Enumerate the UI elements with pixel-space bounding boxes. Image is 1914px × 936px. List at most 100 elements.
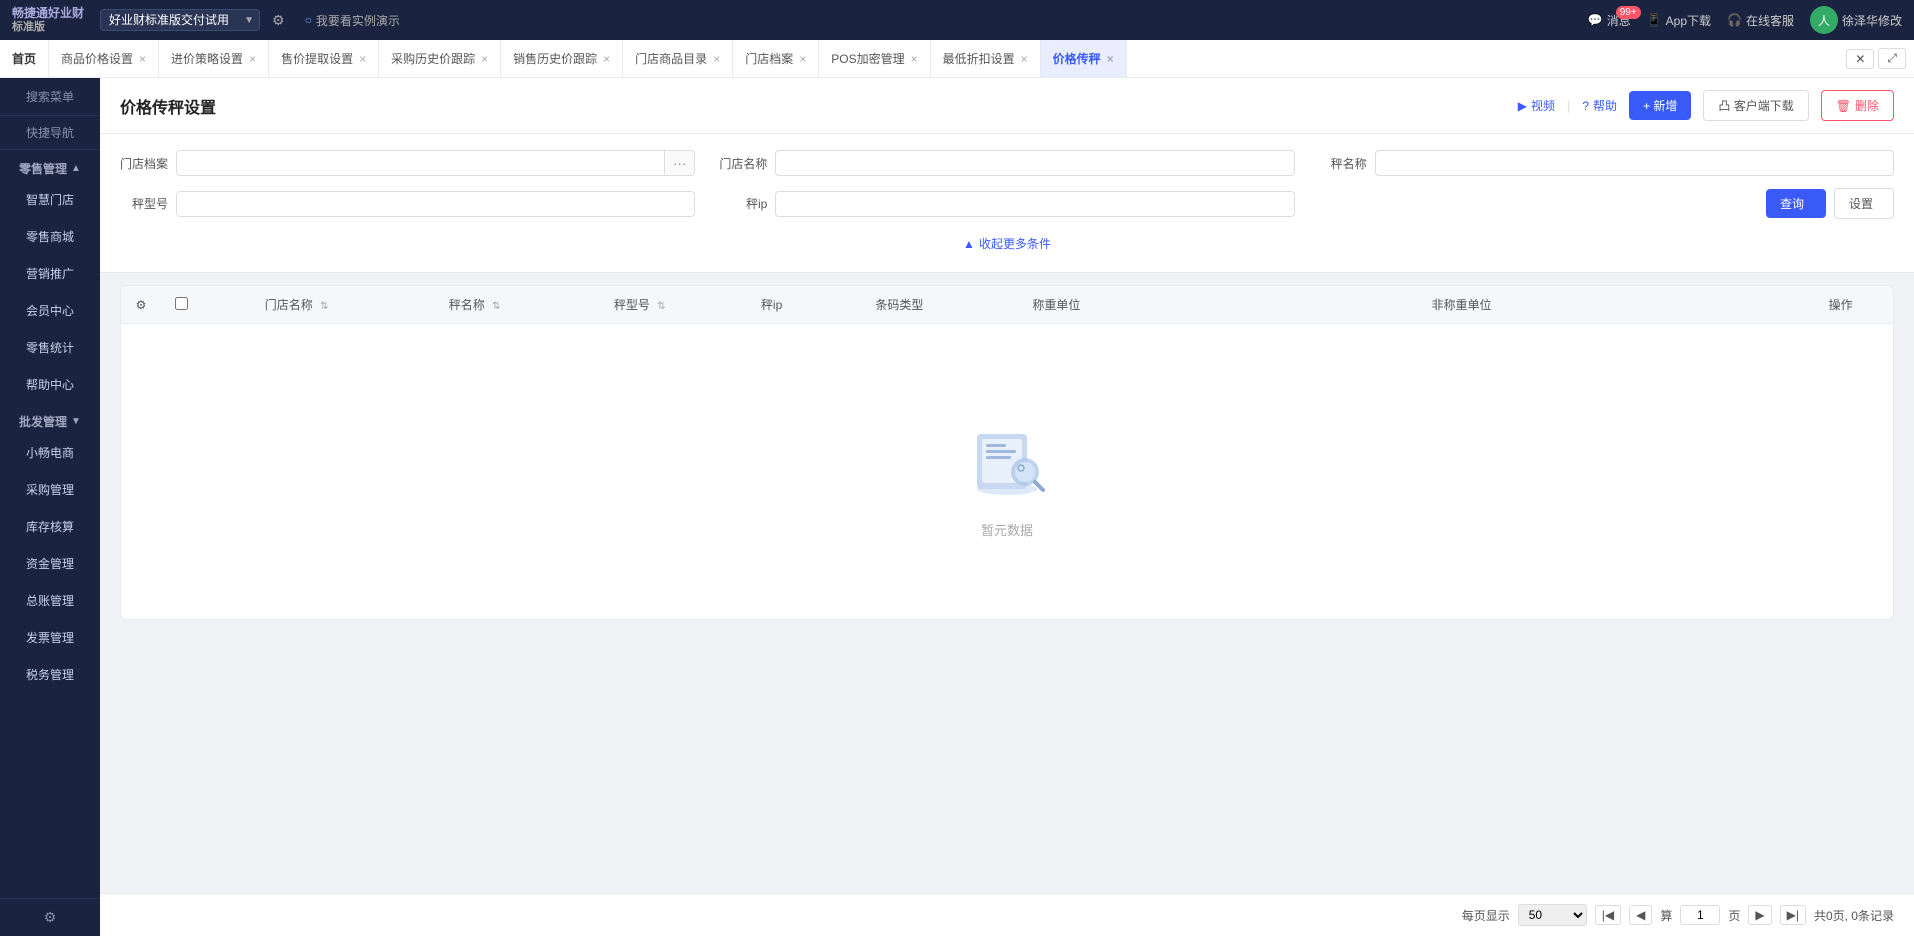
- app-logo: 畅捷通好业财 标准版: [12, 6, 92, 34]
- expand-tab-btn[interactable]: ⤢: [1878, 48, 1906, 69]
- tab-sale-history[interactable]: 销售历史价跟踪 ×: [501, 40, 623, 78]
- sidebar-settings-icon[interactable]: ⚙: [0, 898, 100, 936]
- table-wrapper: ⚙ 门店名称 ⇅ 秤名称 ⇅: [120, 285, 1894, 620]
- app-download-btn[interactable]: 📱 App下载: [1647, 12, 1711, 29]
- top-bar-right: 💬 消息 99+ 📱 App下载 🎧 在线客服 人 徐泽华修改: [1588, 6, 1902, 34]
- tab-close-sale-price[interactable]: ×: [359, 52, 366, 66]
- scale-model-label: 秤型号: [120, 195, 168, 212]
- empty-state-row: 暂元数据: [121, 324, 1893, 620]
- tab-close-sale-history[interactable]: ×: [603, 52, 610, 66]
- sidebar-item-inventory[interactable]: 库存核算: [0, 508, 100, 545]
- scale-ip-label: 秤ip: [719, 195, 767, 212]
- user-menu[interactable]: 人 徐泽华修改: [1810, 6, 1902, 34]
- sidebar-item-invoice[interactable]: 发票管理: [0, 619, 100, 656]
- tab-sale-price[interactable]: 售价提取设置 ×: [269, 40, 379, 78]
- video-link[interactable]: ▶ 视频: [1518, 97, 1555, 114]
- close-tab-btn[interactable]: ✕: [1846, 49, 1874, 69]
- demo-link[interactable]: 我要看实例演示: [305, 12, 400, 29]
- pagination-bar: 每页显示 50 10 20 100 |◀ ◀ 算 页 ▶ ▶| 共0页, 0条记…: [100, 893, 1914, 936]
- download-client-button[interactable]: 凸 客户端下载: [1703, 90, 1808, 121]
- tab-store-catalog[interactable]: 门店商品目录 ×: [623, 40, 733, 78]
- prev-page-btn[interactable]: ◀: [1629, 905, 1652, 925]
- th-store-name[interactable]: 门店名称 ⇅: [201, 286, 392, 324]
- store-file-picker-btn[interactable]: ···: [664, 151, 694, 175]
- sidebar-item-smart-store[interactable]: 智慧门店: [0, 181, 100, 218]
- th-scale-name[interactable]: 秤名称 ⇅: [392, 286, 557, 324]
- store-name-field: 门店名称: [719, 150, 1294, 176]
- scale-name-input[interactable]: [1375, 150, 1894, 176]
- data-table: ⚙ 门店名称 ⇅ 秤名称 ⇅: [121, 286, 1893, 619]
- tab-close-pos-management[interactable]: ×: [911, 52, 918, 66]
- headset-icon: 🎧: [1727, 13, 1742, 27]
- message-icon: 💬: [1588, 13, 1603, 27]
- delete-button[interactable]: 🗑 删除: [1821, 90, 1894, 121]
- sidebar-item-tax[interactable]: 税务管理: [0, 656, 100, 693]
- tab-purchase-strategy[interactable]: 进价策略设置 ×: [159, 40, 269, 78]
- select-all-checkbox[interactable]: [175, 297, 188, 310]
- main-layout: 搜索菜单 快捷导航 零售管理 ▲ 智慧门店 零售商城 营销推广 会员中心 零售统…: [0, 78, 1914, 936]
- empty-icon: [957, 404, 1057, 504]
- sidebar-search[interactable]: 搜索菜单: [0, 78, 100, 116]
- th-scale-model[interactable]: 秤型号 ⇅: [557, 286, 722, 324]
- scale-ip-input[interactable]: [775, 191, 1294, 217]
- tab-close-store-file[interactable]: ×: [799, 52, 806, 66]
- version-select[interactable]: 好业财标准版交付试用: [100, 9, 260, 31]
- tab-close-purchase-history[interactable]: ×: [481, 52, 488, 66]
- chevron-up-icon: ▲: [71, 163, 81, 174]
- divider: |: [1567, 98, 1570, 113]
- th-action: 操作: [1788, 286, 1893, 324]
- tab-store-file[interactable]: 门店档案 ×: [733, 40, 819, 78]
- scale-model-input[interactable]: [176, 191, 695, 217]
- tab-pos-management[interactable]: POS加密管理 ×: [819, 40, 930, 78]
- query-button[interactable]: 查询: [1766, 189, 1826, 218]
- sidebar-quick-nav[interactable]: 快捷导航: [0, 116, 100, 150]
- scale-model-field: 秤型号: [120, 191, 695, 217]
- chevron-down-icon: ▼: [71, 416, 81, 427]
- sidebar-item-general-ledger[interactable]: 总账管理: [0, 582, 100, 619]
- first-page-btn[interactable]: |◀: [1595, 905, 1621, 925]
- store-file-input[interactable]: [177, 151, 664, 175]
- tab-close-purchase-strategy[interactable]: ×: [249, 52, 256, 66]
- tab-min-discount[interactable]: 最低折扣设置 ×: [931, 40, 1041, 78]
- sidebar-item-retail-mall[interactable]: 零售商城: [0, 218, 100, 255]
- tab-close-store-catalog[interactable]: ×: [713, 52, 720, 66]
- tab-close-price-transfer[interactable]: ×: [1107, 52, 1114, 66]
- sidebar-item-help[interactable]: 帮助中心: [0, 366, 100, 403]
- sidebar: 搜索菜单 快捷导航 零售管理 ▲ 智慧门店 零售商城 营销推广 会员中心 零售统…: [0, 78, 100, 936]
- th-checkbox[interactable]: [161, 286, 201, 324]
- page-number-input[interactable]: [1680, 905, 1720, 925]
- sidebar-item-purchase[interactable]: 采购管理: [0, 471, 100, 508]
- th-settings[interactable]: ⚙: [121, 286, 161, 324]
- page-title: 价格传秤设置: [120, 94, 216, 118]
- sidebar-section-retail[interactable]: 零售管理 ▲: [0, 150, 100, 181]
- tab-close-min-discount[interactable]: ×: [1021, 52, 1028, 66]
- collapse-btn[interactable]: ▲ 收起更多条件: [120, 231, 1894, 256]
- th-weight-unit: 称重单位: [978, 286, 1135, 324]
- sidebar-item-marketing[interactable]: 营销推广: [0, 255, 100, 292]
- sidebar-item-ecommerce[interactable]: 小畅电商: [0, 434, 100, 471]
- store-file-input-wrap: ···: [176, 150, 695, 176]
- top-settings-icon[interactable]: ⚙: [268, 8, 289, 33]
- store-name-input[interactable]: [775, 150, 1294, 176]
- th-scale-ip: 秤ip: [722, 286, 821, 324]
- content-area: 价格传秤设置 ▶ 视频 | ? 帮助 + 新增 凸 客户端下载 🗑: [100, 78, 1914, 936]
- online-service-btn[interactable]: 🎧 在线客服: [1727, 12, 1794, 29]
- next-page-btn[interactable]: ▶: [1748, 905, 1771, 925]
- help-link[interactable]: ? 帮助: [1582, 97, 1617, 114]
- last-page-btn[interactable]: ▶|: [1780, 905, 1806, 925]
- per-page-select[interactable]: 50 10 20 100: [1518, 904, 1587, 926]
- sidebar-item-finance[interactable]: 资金管理: [0, 545, 100, 582]
- tab-purchase-history[interactable]: 采购历史价跟踪 ×: [379, 40, 501, 78]
- sidebar-item-retail-stats[interactable]: 零售统计: [0, 329, 100, 366]
- tab-price-setting[interactable]: 商品价格设置 ×: [49, 40, 159, 78]
- message-btn[interactable]: 💬 消息 99+: [1588, 12, 1631, 29]
- tab-home[interactable]: 首页: [0, 40, 49, 78]
- scale-name-field: 秤名称: [1319, 150, 1894, 176]
- tab-price-transfer[interactable]: 价格传秤 ×: [1041, 40, 1127, 78]
- sidebar-item-member[interactable]: 会员中心: [0, 292, 100, 329]
- delete-icon: 🗑: [1836, 99, 1851, 113]
- settings-filter-button[interactable]: 设置: [1834, 188, 1894, 219]
- sidebar-section-wholesale[interactable]: 批发管理 ▼: [0, 403, 100, 434]
- add-button[interactable]: + 新增: [1629, 91, 1691, 120]
- tab-close-price-setting[interactable]: ×: [139, 52, 146, 66]
